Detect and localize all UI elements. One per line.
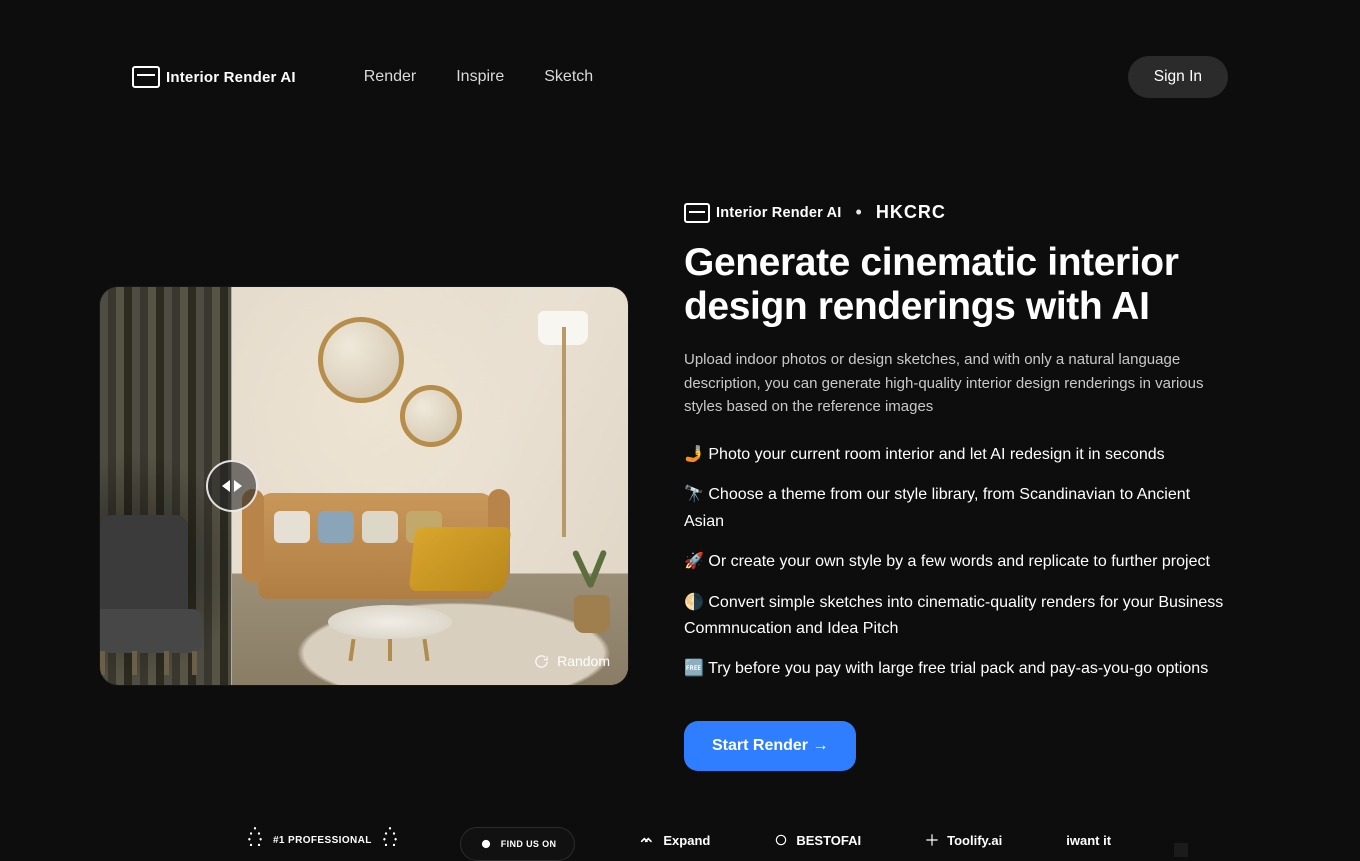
feature-list: 🤳 Photo your current room interior and l… — [684, 442, 1224, 683]
hero-headline: Generate cinematic interior design rende… — [684, 241, 1204, 328]
sparkle-icon — [925, 833, 939, 847]
circle-icon — [479, 837, 493, 851]
random-button[interactable]: Random — [534, 653, 610, 669]
refresh-icon — [534, 654, 549, 669]
hero-subhead: Upload indoor photos or design sketches,… — [684, 348, 1224, 418]
partner-logo: HKCRC — [876, 202, 946, 223]
feature-item: 🤳 Photo your current room interior and l… — [684, 442, 1224, 468]
hero: Random Interior Render AI • HKCRC Genera… — [0, 98, 1360, 771]
brand-logo-icon — [132, 66, 160, 88]
brand-logo-text: Interior Render AI — [716, 205, 842, 221]
comparison-slider-handle[interactable] — [206, 460, 258, 512]
wall-mirror-icon — [400, 385, 462, 447]
main-nav: Render Inspire Sketch — [364, 68, 593, 86]
nav-sketch[interactable]: Sketch — [544, 68, 593, 86]
random-label: Random — [557, 653, 610, 669]
feature-item: 🌗 Convert simple sketches into cinematic… — [684, 590, 1224, 643]
floor-lamp-icon — [562, 327, 566, 537]
badge-label: iwant it — [1066, 833, 1111, 848]
header: Interior Render AI Render Inspire Sketch… — [0, 0, 1360, 98]
armchair-icon — [100, 515, 212, 675]
hero-right: Interior Render AI • HKCRC Generate cine… — [684, 202, 1228, 771]
award-badge: #1 PROFESSIONAL — [249, 827, 396, 853]
badge-label: Toolify.ai — [947, 833, 1002, 848]
throw-blanket-icon — [409, 527, 512, 591]
badge-strip: #1 PROFESSIONAL FIND US ON Expand BESTOF… — [0, 827, 1360, 861]
toolify-badge[interactable]: Toolify.ai — [925, 827, 1002, 853]
divider-dot: • — [856, 202, 862, 223]
nav-render[interactable]: Render — [364, 68, 416, 86]
header-left: Interior Render AI Render Inspire Sketch — [132, 66, 593, 88]
coffee-table-icon — [328, 605, 452, 639]
nav-inspire[interactable]: Inspire — [456, 68, 504, 86]
badge-label: #1 PROFESSIONAL — [273, 835, 372, 846]
iwantit-badge[interactable]: iwant it — [1066, 827, 1111, 853]
preview-after — [232, 287, 628, 685]
brand-partner-row: Interior Render AI • HKCRC — [684, 202, 1228, 223]
brand-logo-small: Interior Render AI — [684, 203, 842, 223]
chevron-left-icon — [222, 480, 230, 492]
findus-badge[interactable]: FIND US ON — [460, 827, 576, 861]
aperture-icon — [774, 833, 788, 847]
start-render-button[interactable]: Start Render → — [684, 721, 856, 771]
bestof-badge[interactable]: BESTOFAI — [774, 827, 861, 853]
badge-label: Expand — [663, 833, 710, 848]
badge-label: FIND US ON — [501, 839, 557, 849]
brand-logo-text: Interior Render AI — [166, 69, 296, 86]
signin-button[interactable]: Sign In — [1128, 56, 1228, 98]
chevrons-icon — [639, 832, 655, 848]
brand-logo[interactable]: Interior Render AI — [132, 66, 296, 88]
comparison-preview: Random — [100, 287, 628, 685]
brand-logo-icon — [684, 203, 710, 223]
plant-icon — [568, 563, 616, 633]
expand-badge[interactable]: Expand — [639, 827, 710, 853]
feature-item: 🔭 Choose a theme from our style library,… — [684, 482, 1224, 535]
feature-item: 🆓 Try before you pay with large free tri… — [684, 656, 1224, 682]
corner-tab[interactable] — [1174, 843, 1188, 857]
badge-label: BESTOFAI — [796, 833, 861, 848]
chevron-right-icon — [234, 480, 242, 492]
hero-left: Random — [100, 287, 628, 685]
wall-mirror-icon — [318, 317, 404, 403]
feature-item: 🚀 Or create your own style by a few word… — [684, 549, 1224, 575]
